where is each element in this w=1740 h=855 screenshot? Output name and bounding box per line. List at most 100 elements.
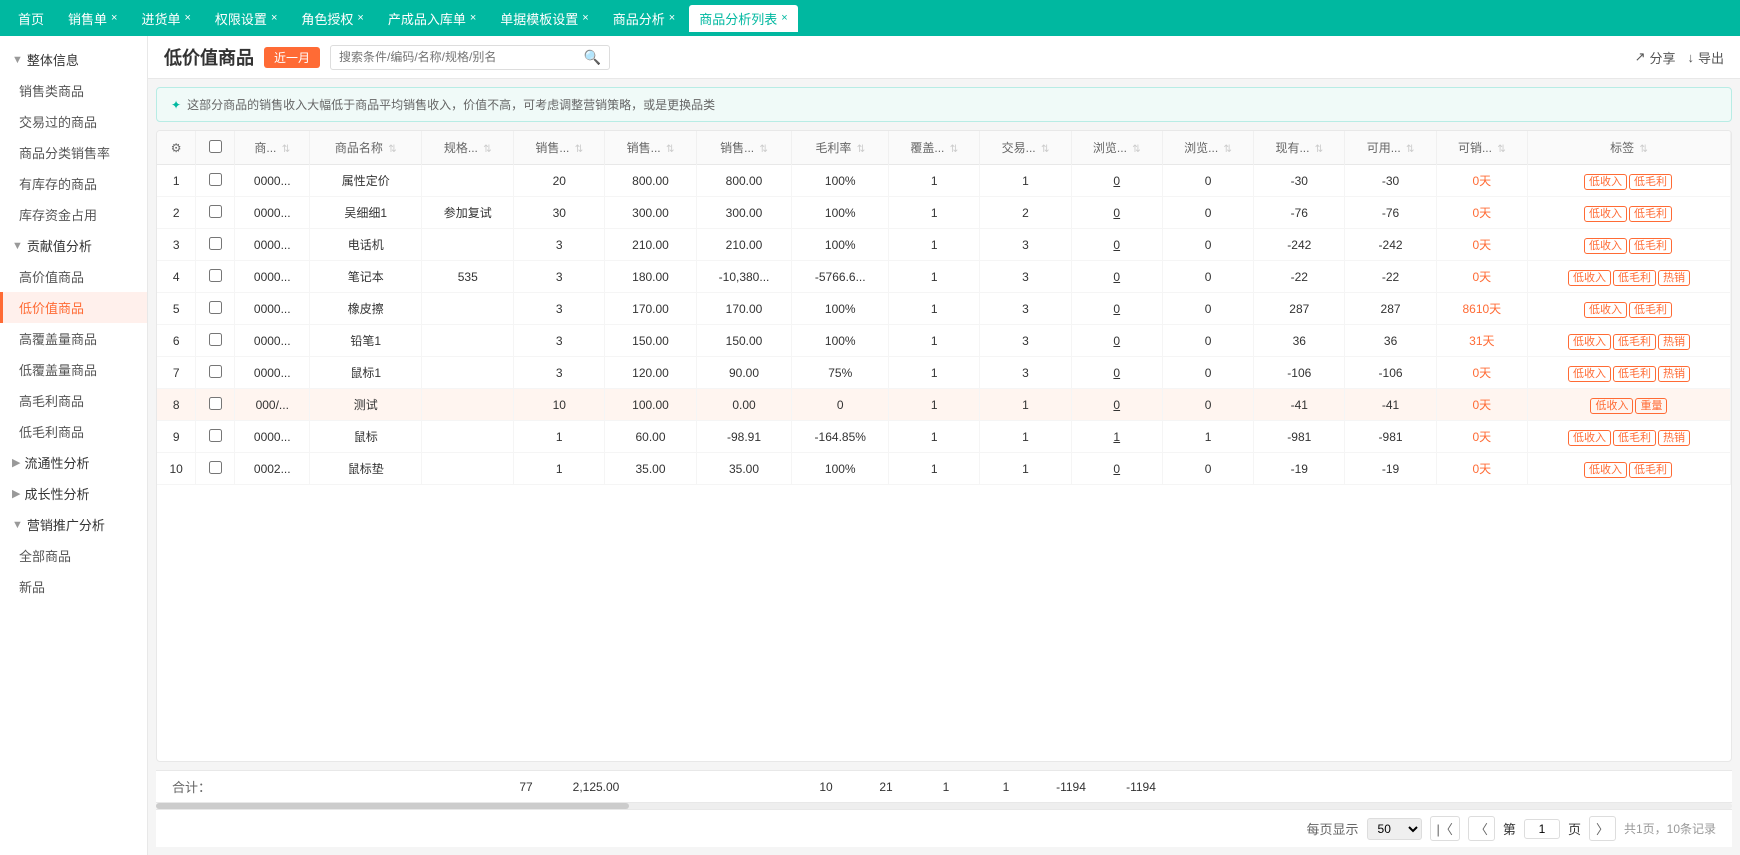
row-select-checkbox[interactable] — [209, 333, 222, 346]
available-col-header[interactable]: 可用... ⇅ — [1345, 131, 1436, 165]
nav-sales[interactable]: 销售单 × — [58, 5, 127, 32]
sidebar-item-new-goods[interactable]: 新品 — [0, 571, 147, 602]
sidebar-item-stock-fund[interactable]: 库存资金占用 — [0, 199, 147, 230]
row-browse1[interactable]: 0 — [1071, 357, 1162, 389]
row-browse1[interactable]: 0 — [1071, 197, 1162, 229]
browse1-link[interactable]: 0 — [1113, 174, 1120, 188]
sidebar-item-low-coverage[interactable]: 低覆盖量商品 — [0, 354, 147, 385]
settings-col-header[interactable]: ⚙ — [157, 131, 196, 165]
row-checkbox[interactable] — [196, 325, 235, 357]
row-browse1[interactable]: 0 — [1071, 261, 1162, 293]
first-page-button[interactable]: |〈 — [1430, 816, 1460, 841]
row-select-checkbox[interactable] — [209, 205, 222, 218]
sidebar-item-traded-goods[interactable]: 交易过的商品 — [0, 106, 147, 137]
checkbox-col-header[interactable] — [196, 131, 235, 165]
row-browse1[interactable]: 0 — [1071, 229, 1162, 261]
browse1-link[interactable]: 0 — [1113, 366, 1120, 380]
coverage-col-header[interactable]: 覆盖... ⇅ — [889, 131, 980, 165]
row-checkbox[interactable] — [196, 197, 235, 229]
row-select-checkbox[interactable] — [209, 173, 222, 186]
browse1-col-header[interactable]: 浏览... ⇅ — [1071, 131, 1162, 165]
row-select-checkbox[interactable] — [209, 397, 222, 410]
share-button[interactable]: ↗ 分享 — [1635, 48, 1676, 67]
row-select-checkbox[interactable] — [209, 461, 222, 474]
nav-home[interactable]: 首页 — [8, 5, 54, 32]
row-checkbox[interactable] — [196, 261, 235, 293]
next-page-button[interactable]: 〉 — [1589, 816, 1616, 841]
browse2-col-header[interactable]: 浏览... ⇅ — [1162, 131, 1253, 165]
browse1-link[interactable]: 0 — [1113, 462, 1120, 476]
row-browse1[interactable]: 0 — [1071, 389, 1162, 421]
period-tag-button[interactable]: 近一月 — [264, 47, 320, 68]
sidebar-group-contribution[interactable]: ▼ 贡献值分析 — [0, 230, 147, 261]
sidebar-item-low-value[interactable]: 低价值商品 — [0, 292, 147, 323]
sales3-col-header[interactable]: 销售... ⇅ — [696, 131, 792, 165]
row-sales1: 1 — [514, 421, 605, 453]
sales1-col-header[interactable]: 销售... ⇅ — [514, 131, 605, 165]
spec-col-header[interactable]: 规格... ⇅ — [422, 131, 514, 165]
row-spec — [422, 325, 514, 357]
sidebar-item-all-goods[interactable]: 全部商品 — [0, 540, 147, 571]
search-input[interactable] — [339, 50, 584, 64]
row-browse1[interactable]: 0 — [1071, 325, 1162, 357]
sidebar-item-stock-goods[interactable]: 有库存的商品 — [0, 168, 147, 199]
sidebar-item-sales-goods[interactable]: 销售类商品 — [0, 75, 147, 106]
row-select-checkbox[interactable] — [209, 365, 222, 378]
row-select-checkbox[interactable] — [209, 269, 222, 282]
select-all-checkbox[interactable] — [209, 140, 222, 153]
row-select-checkbox[interactable] — [209, 301, 222, 314]
margin-col-header[interactable]: 毛利率 ⇅ — [792, 131, 889, 165]
row-browse1[interactable]: 0 — [1071, 453, 1162, 485]
nav-purchase[interactable]: 进货单 × — [131, 5, 200, 32]
sidebar-group-overall[interactable]: ▼ 整体信息 — [0, 44, 147, 75]
sidebar-item-low-margin[interactable]: 低毛利商品 — [0, 416, 147, 447]
row-checkbox[interactable] — [196, 293, 235, 325]
browse1-link[interactable]: 0 — [1113, 206, 1120, 220]
nav-goods-analysis-list[interactable]: 商品分析列表 × — [689, 5, 797, 32]
sidebar-item-category-sales[interactable]: 商品分类销售率 — [0, 137, 147, 168]
nav-goods-analysis[interactable]: 商品分析 × — [603, 5, 685, 32]
export-button[interactable]: ↓ 导出 — [1687, 48, 1724, 67]
row-checkbox[interactable] — [196, 165, 235, 197]
current-col-header[interactable]: 现有... ⇅ — [1254, 131, 1345, 165]
code-col-header[interactable]: 商... ⇅ — [235, 131, 310, 165]
row-checkbox[interactable] — [196, 453, 235, 485]
browse1-link[interactable]: 1 — [1113, 430, 1120, 444]
sidebar-item-high-margin[interactable]: 高毛利商品 — [0, 385, 147, 416]
sidebar-group-growth[interactable]: ▶ 成长性分析 — [0, 478, 147, 509]
nav-template-setting[interactable]: 单据模板设置 × — [490, 5, 598, 32]
nav-role[interactable]: 角色授权 × — [291, 5, 373, 32]
page-number-input[interactable] — [1524, 819, 1560, 839]
row-checkbox[interactable] — [196, 357, 235, 389]
browse1-link[interactable]: 0 — [1113, 238, 1120, 252]
browse1-link[interactable]: 0 — [1113, 334, 1120, 348]
nav-product-warehousing[interactable]: 产成品入库单 × — [378, 5, 486, 32]
row-browse1[interactable]: 0 — [1071, 165, 1162, 197]
tag-badge: 低毛利 — [1629, 174, 1672, 190]
name-col-header[interactable]: 商品名称 ⇅ — [310, 131, 422, 165]
search-icon[interactable]: 🔍 — [584, 49, 601, 66]
transaction-col-header[interactable]: 交易... ⇅ — [980, 131, 1071, 165]
tags-col-header[interactable]: 标签 ⇅ — [1527, 131, 1730, 165]
sidebar-item-high-coverage[interactable]: 高覆盖量商品 — [0, 323, 147, 354]
row-browse1[interactable]: 0 — [1071, 293, 1162, 325]
row-checkbox[interactable] — [196, 421, 235, 453]
sales2-col-header[interactable]: 销售... ⇅ — [605, 131, 696, 165]
sidebar-group-marketing[interactable]: ▼ 营销推广分析 — [0, 509, 147, 540]
search-box[interactable]: 🔍 — [330, 45, 610, 70]
prev-page-button[interactable]: 〈 — [1468, 816, 1495, 841]
browse1-link[interactable]: 0 — [1113, 270, 1120, 284]
browse1-link[interactable]: 0 — [1113, 398, 1120, 412]
page-size-select[interactable]: 50 100 — [1367, 818, 1422, 840]
row-checkbox[interactable] — [196, 229, 235, 261]
row-select-checkbox[interactable] — [209, 237, 222, 250]
sidebar-item-high-value[interactable]: 高价值商品 — [0, 261, 147, 292]
sellable-col-header[interactable]: 可销... ⇅ — [1436, 131, 1527, 165]
tag-badge: 低毛利 — [1613, 270, 1656, 286]
nav-permission[interactable]: 权限设置 × — [205, 5, 287, 32]
row-checkbox[interactable] — [196, 389, 235, 421]
row-select-checkbox[interactable] — [209, 429, 222, 442]
browse1-link[interactable]: 0 — [1113, 302, 1120, 316]
sidebar-group-liquidity[interactable]: ▶ 流通性分析 — [0, 447, 147, 478]
row-browse1[interactable]: 1 — [1071, 421, 1162, 453]
